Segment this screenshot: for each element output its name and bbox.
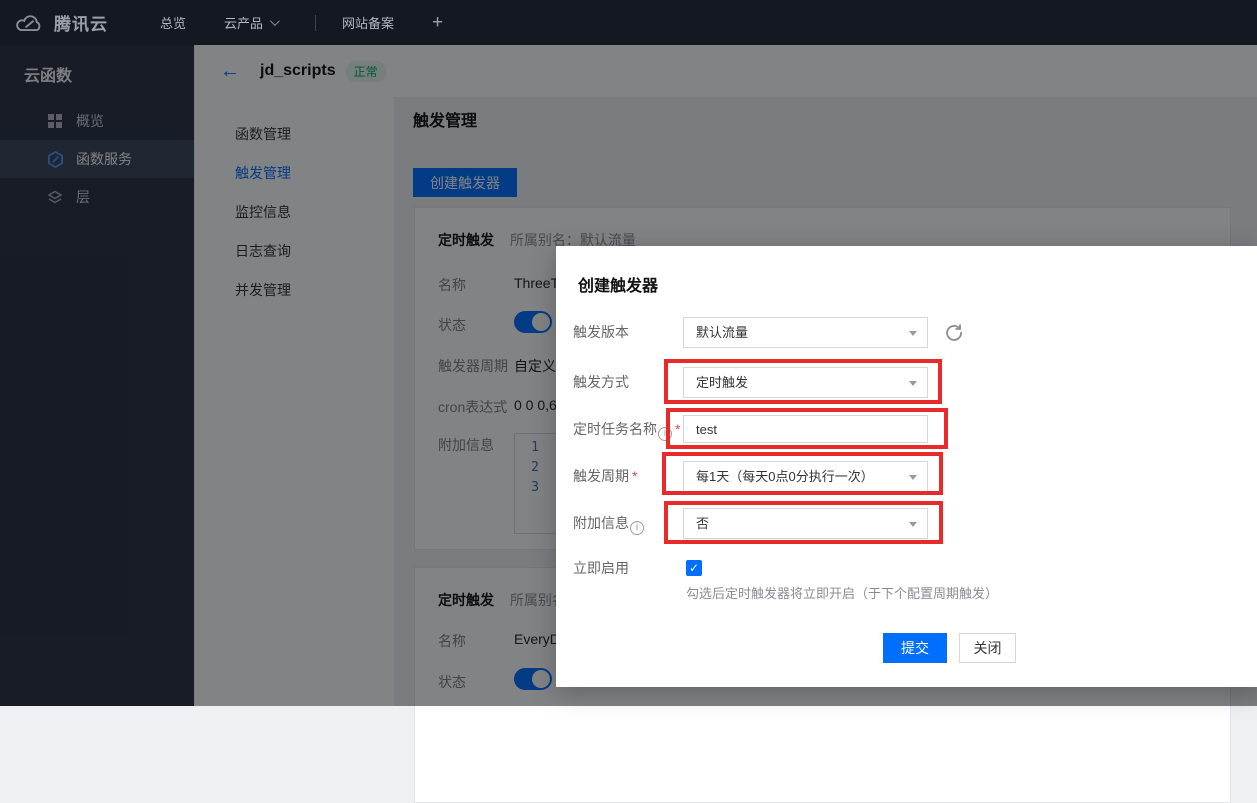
extra-info-label: 附加信息i xyxy=(573,508,644,539)
trigger-type-select[interactable]: 定时触发 xyxy=(683,367,928,398)
tencent-cloud-brand[interactable]: 腾讯云 xyxy=(14,10,108,35)
enable-helper-text: 勾选后定时触发器将立即开启（于下个配置周期触发） xyxy=(686,583,998,602)
version-select[interactable]: 默认流量 xyxy=(683,317,928,348)
submit-button[interactable]: 提交 xyxy=(883,633,947,663)
period-select-value: 每1天（每天0点0分执行一次） xyxy=(696,469,874,484)
trigger-type-select-value: 定时触发 xyxy=(696,375,748,390)
chevron-down-icon xyxy=(909,475,917,480)
chevron-down-icon xyxy=(909,331,917,336)
info-icon[interactable]: i xyxy=(630,521,644,535)
chevron-down-icon xyxy=(909,522,917,527)
info-icon[interactable]: i xyxy=(658,427,672,441)
version-select-value: 默认流量 xyxy=(696,325,748,340)
required-asterisk: * xyxy=(675,421,680,437)
extra-info-select[interactable]: 否 xyxy=(683,508,928,539)
modal-title: 创建触发器 xyxy=(578,272,658,296)
nav-add-button[interactable]: + xyxy=(432,12,443,34)
brand-name: 腾讯云 xyxy=(54,10,108,35)
nav-beian[interactable]: 网站备案 xyxy=(342,13,394,32)
chevron-down-icon xyxy=(270,16,280,26)
page: 腾讯云 总览 云产品 网站备案 + 云函数 概览 函数服务 xyxy=(0,0,1257,706)
version-label: 触发版本 xyxy=(573,317,629,348)
nav-overview[interactable]: 总览 xyxy=(160,13,186,32)
period-label: 触发周期* xyxy=(573,461,637,492)
extra-info-select-value: 否 xyxy=(696,516,709,531)
task-name-label: 定时任务名称i* xyxy=(573,415,680,443)
enable-now-checkbox[interactable]: ✓ xyxy=(686,560,702,576)
refresh-icon[interactable] xyxy=(944,322,964,342)
type-label: 触发方式 xyxy=(573,367,629,398)
period-select[interactable]: 每1天（每天0点0分执行一次） xyxy=(683,461,928,492)
task-name-input[interactable] xyxy=(683,415,928,443)
tencent-cloud-logo-icon xyxy=(14,12,46,34)
nav-divider xyxy=(315,15,316,31)
enable-now-label: 立即启用 xyxy=(573,560,629,576)
top-nav-bar: 腾讯云 总览 云产品 网站备案 + xyxy=(0,0,1257,45)
close-button[interactable]: 关闭 xyxy=(959,633,1016,663)
nav-cloud-products[interactable]: 云产品 xyxy=(224,13,277,32)
checkmark-icon: ✓ xyxy=(689,561,699,575)
chevron-down-icon xyxy=(909,381,917,386)
required-asterisk: * xyxy=(632,468,637,484)
create-trigger-modal: 创建触发器 触发版本 默认流量 触发方式 定时触发 定时任务名称i* xyxy=(556,246,1257,687)
